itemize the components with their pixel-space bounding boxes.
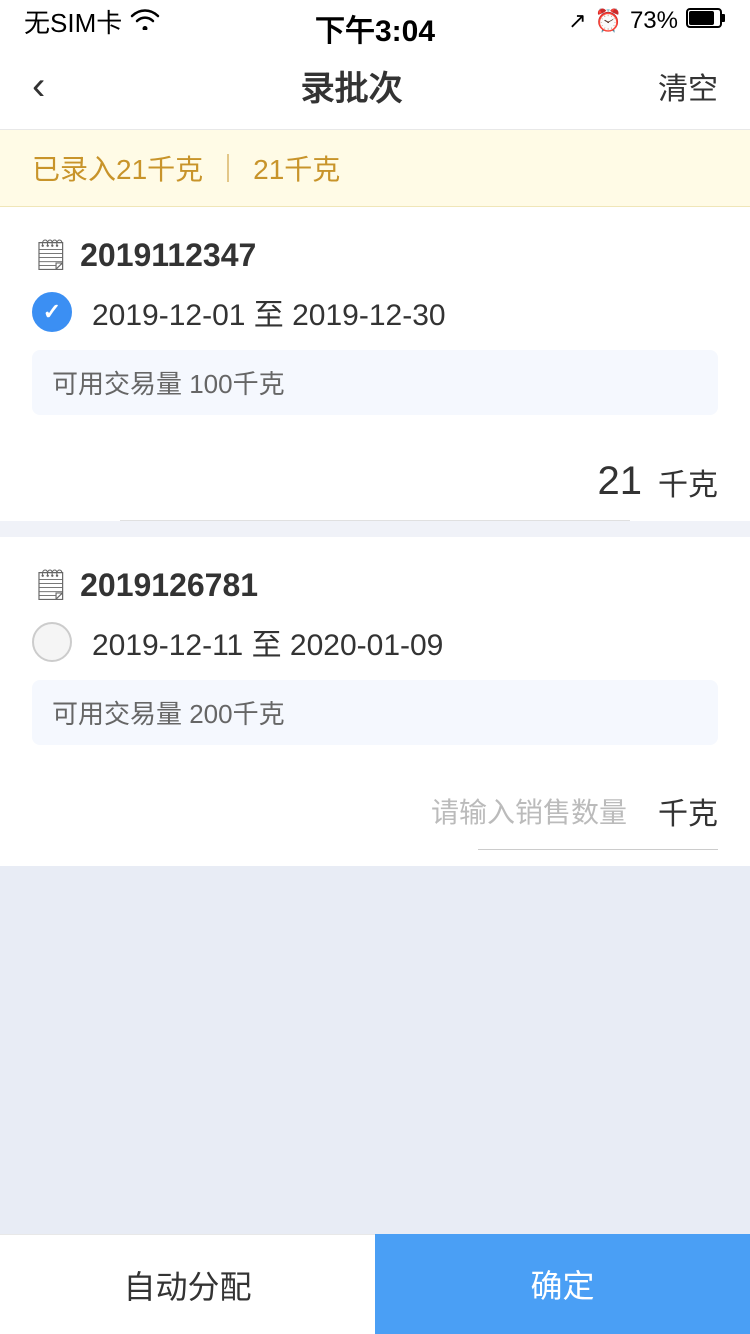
batch1-amount-row: 21 千克 [0, 439, 750, 520]
batch1-date: 2019-12-01 至 2019-12-30 [92, 290, 446, 334]
empty-area [0, 866, 750, 1246]
status-bar: 无SIM卡 下午3:04 ↗ ⏰ 73% [0, 0, 750, 42]
battery-icon [686, 7, 726, 36]
nav-bar: ‹ 录批次 清空 [0, 42, 750, 130]
batch1-unit: 千克 [658, 460, 718, 504]
batch2-qty: 可用交易量 200千克 [32, 680, 718, 745]
qty-input[interactable] [222, 793, 642, 830]
status-time: 下午3:04 [315, 6, 435, 50]
location-icon: ↗ [568, 8, 586, 34]
batch1-id: 2019112347 [80, 237, 256, 274]
batch1-amount-wrapper: 21 千克 [0, 439, 750, 521]
bottom-bar: 自动分配 确定 [0, 1234, 750, 1334]
confirm-button[interactable]: 确定 [375, 1234, 750, 1334]
batch2-header: 🗒 2019126781 [32, 567, 718, 604]
batch2-date: 2019-12-11 至 2020-01-09 [92, 620, 443, 664]
batch2-unit: 千克 [658, 789, 718, 833]
batch1-amount: 21 [598, 459, 643, 504]
clear-button[interactable]: 清空 [658, 64, 718, 108]
batch1-card: 🗒 2019112347 2019-12-01 至 2019-12-30 可用交… [0, 207, 750, 439]
info-banner: 已录入21千克 21千克 [0, 130, 750, 207]
batch2-card: 🗒 2019126781 2019-12-11 至 2020-01-09 可用交… [0, 537, 750, 769]
back-button[interactable]: ‹ [32, 66, 45, 106]
batch2-input-wrapper: 千克 [0, 769, 750, 866]
batch1-header: 🗒 2019112347 [32, 237, 718, 274]
wifi-icon [130, 6, 160, 37]
recorded-value: 21千克 [253, 148, 340, 188]
recorded-label: 已录入21千克 [32, 148, 203, 188]
alarm-icon: ⏰ [595, 8, 622, 34]
batch2-id: 2019126781 [80, 567, 258, 604]
batch2-radio[interactable] [32, 622, 72, 662]
batch1-qty: 可用交易量 100千克 [32, 350, 718, 415]
batch1-icon: 🗒 [32, 238, 70, 273]
info-divider [227, 154, 229, 182]
batch1-radio[interactable] [32, 292, 72, 332]
batch2-input-row: 千克 [0, 769, 750, 849]
battery-text: 73% [630, 7, 678, 35]
batch2-icon: 🗒 [32, 568, 70, 603]
card-separator [0, 521, 750, 537]
page-title: 录批次 [301, 61, 403, 110]
auto-distribute-button[interactable]: 自动分配 [0, 1234, 375, 1334]
carrier-text: 无SIM卡 [24, 3, 122, 40]
batch2-date-row: 2019-12-11 至 2020-01-09 [32, 620, 718, 664]
batch1-date-row: 2019-12-01 至 2019-12-30 [32, 290, 718, 334]
content-area: 已录入21千克 21千克 🗒 2019112347 2019-12-01 至 2… [0, 130, 750, 1246]
status-left: 无SIM卡 [24, 3, 160, 40]
status-right: ↗ ⏰ 73% [568, 7, 726, 36]
